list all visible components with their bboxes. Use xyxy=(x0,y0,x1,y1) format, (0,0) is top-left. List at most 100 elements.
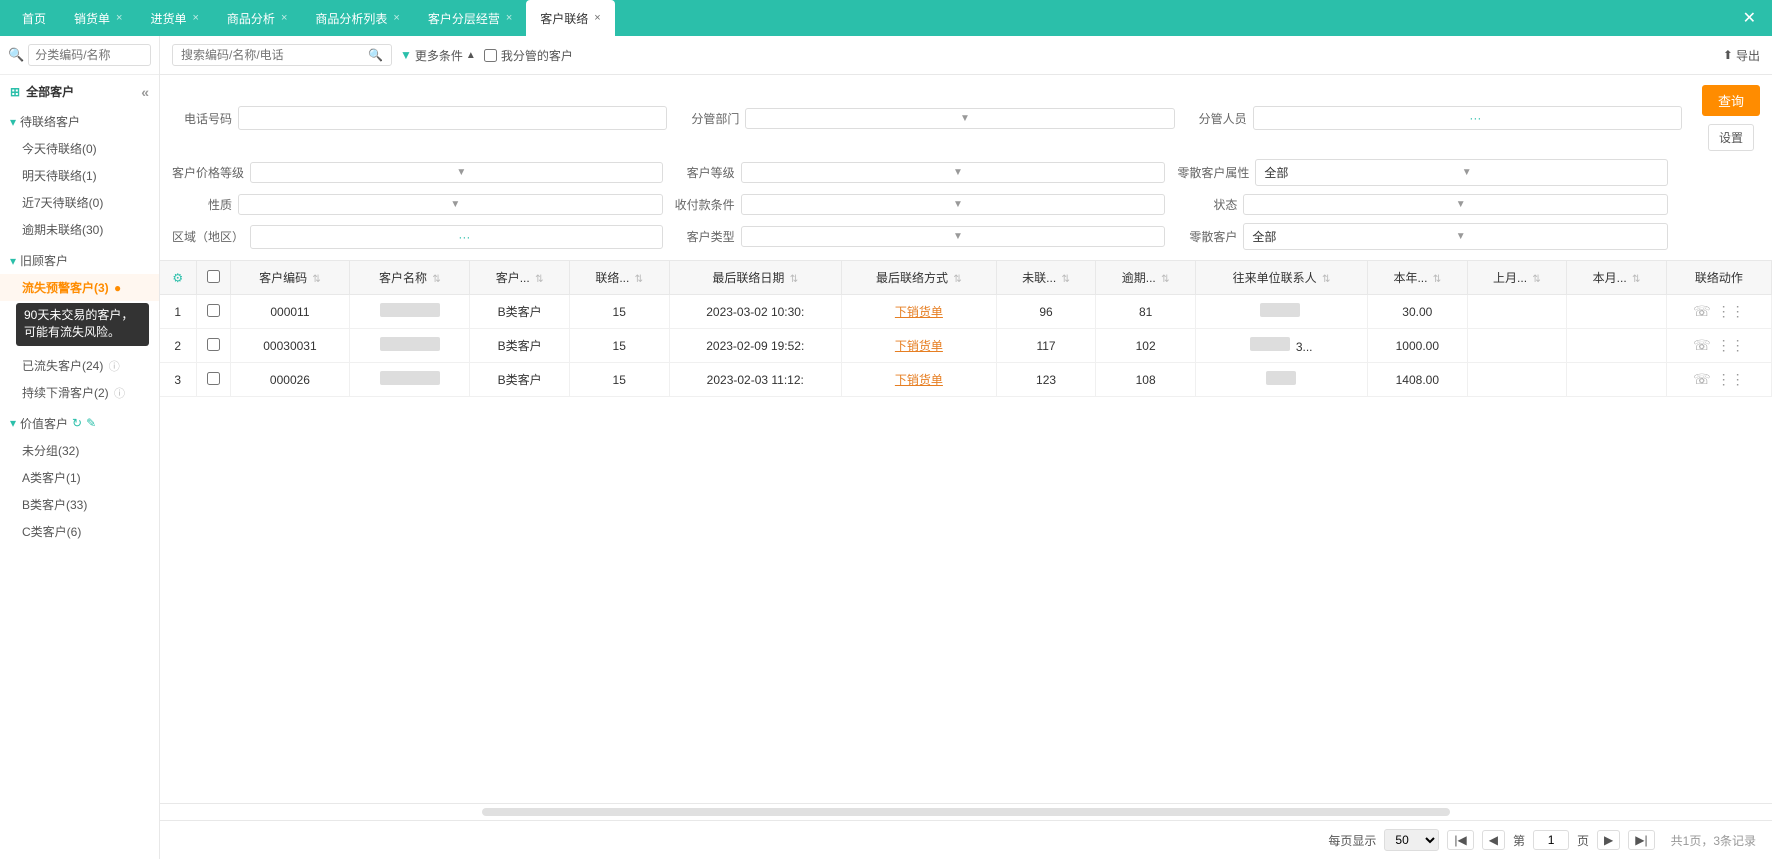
row2-method-link[interactable]: 下销货单 xyxy=(895,339,943,353)
sidebar-group-pending-title[interactable]: ▾ 待联络客户 xyxy=(0,108,159,135)
tab-customer-link-close[interactable]: × xyxy=(594,12,600,24)
value-refresh-icon[interactable]: ↻ xyxy=(72,416,82,430)
filter-payment-select[interactable]: ▼ xyxy=(741,194,1166,215)
col-this-month[interactable]: 本月... ⇅ xyxy=(1567,261,1667,295)
prev-page-btn[interactable]: ◀ xyxy=(1482,830,1505,850)
region-more-icon[interactable]: ··· xyxy=(458,230,653,244)
value-edit-icon[interactable]: ✎ xyxy=(86,416,96,430)
filter-scatter-label: 零散客户 xyxy=(1177,228,1237,245)
page-number-input[interactable] xyxy=(1533,830,1569,850)
row1-menu-icon[interactable]: ⋮⋮ xyxy=(1717,303,1745,320)
sidebar-root[interactable]: ⊞ 全部客户 « xyxy=(0,75,159,108)
row1-phone-icon[interactable]: ☏ xyxy=(1693,303,1711,320)
filter-scatter-attr-select[interactable]: 全部 ▼ xyxy=(1255,159,1668,186)
col-type[interactable]: 客户... ⇅ xyxy=(470,261,570,295)
sidebar-item-overdue[interactable]: 逾期未联络(30) xyxy=(0,216,159,243)
sidebar-item-declining[interactable]: 持续下滑客户(2) ⓘ xyxy=(0,379,159,406)
tab-customer-layer[interactable]: 客户分层经营 × xyxy=(414,0,526,36)
row3-checkbox[interactable] xyxy=(196,363,230,397)
filter-region-select[interactable]: ··· xyxy=(250,225,663,249)
next-page-btn[interactable]: ▶ xyxy=(1597,830,1620,850)
horizontal-scrollbar[interactable] xyxy=(482,808,1449,816)
row3-contacts-blur xyxy=(1266,371,1296,385)
toolbar-search-input[interactable] xyxy=(181,48,364,62)
sidebar-item-7days[interactable]: 近7天待联络(0) xyxy=(0,189,159,216)
col-name[interactable]: 客户名称 ⇅ xyxy=(350,261,470,295)
tab-purchase[interactable]: 进货单 × xyxy=(136,0,212,36)
row1-method-link[interactable]: 下销货单 xyxy=(895,305,943,319)
col-code[interactable]: 客户编码 ⇅ xyxy=(230,261,350,295)
sidebar-item-tomorrow[interactable]: 明天待联络(1) xyxy=(0,162,159,189)
filter-status-select[interactable]: ▼ xyxy=(1243,194,1668,215)
my-customers-check[interactable] xyxy=(484,49,497,62)
col-checkbox[interactable] xyxy=(196,261,230,295)
row3-last-method[interactable]: 下销货单 xyxy=(842,363,997,397)
sidebar-collapse-btn[interactable]: « xyxy=(141,84,149,100)
row1-last-method[interactable]: 下销货单 xyxy=(842,295,997,329)
col-last-date[interactable]: 最后联络日期 ⇅ xyxy=(669,261,842,295)
export-label: 导出 xyxy=(1736,47,1760,64)
tab-sales[interactable]: 销货单 × xyxy=(60,0,136,36)
col-contact[interactable]: 联络... ⇅ xyxy=(569,261,669,295)
select-all-checkbox[interactable] xyxy=(207,270,220,283)
settings-button[interactable]: 设置 xyxy=(1708,124,1754,151)
tab-purchase-close[interactable]: × xyxy=(192,12,198,24)
row3-method-link[interactable]: 下销货单 xyxy=(895,373,943,387)
sidebar-item-c[interactable]: C类客户(6) xyxy=(0,518,159,545)
col-overdue[interactable]: 逾期... ⇅ xyxy=(1096,261,1196,295)
filter-scatter-select[interactable]: 全部 ▼ xyxy=(1243,223,1668,250)
col-contacts[interactable]: 往来单位联系人 ⇅ xyxy=(1195,261,1367,295)
row3-phone-icon[interactable]: ☏ xyxy=(1693,371,1711,388)
row1-checkbox[interactable] xyxy=(196,295,230,329)
col-uncontacted[interactable]: 未联... ⇅ xyxy=(996,261,1096,295)
window-close-btn[interactable]: ✕ xyxy=(1735,8,1764,28)
filter-grade-select[interactable]: ▼ xyxy=(741,162,1166,183)
filter-ctype-select[interactable]: ▼ xyxy=(741,226,1166,247)
sidebar-item-today[interactable]: 今天待联络(0) xyxy=(0,135,159,162)
tab-analysis-close[interactable]: × xyxy=(281,12,287,24)
row3-num: 3 xyxy=(160,363,196,397)
col-last-method[interactable]: 最后联络方式 ⇅ xyxy=(842,261,997,295)
row2-menu-icon[interactable]: ⋮⋮ xyxy=(1717,337,1745,354)
sidebar-item-b[interactable]: B类客户(33) xyxy=(0,491,159,518)
tab-home[interactable]: 首页 xyxy=(8,0,60,36)
tab-home-label: 首页 xyxy=(22,10,46,27)
filter-region-label: 区域（地区） xyxy=(172,228,244,245)
first-page-btn[interactable]: |◀ xyxy=(1447,830,1473,850)
filter-dept-select[interactable]: ▼ xyxy=(745,108,1174,129)
sidebar-item-lost[interactable]: 已流失客户(24) ⓘ xyxy=(0,352,159,379)
export-btn[interactable]: ⬆ 导出 xyxy=(1723,47,1760,64)
manager-more-icon[interactable]: ··· xyxy=(1469,111,1673,125)
filter-phone-input[interactable] xyxy=(238,106,667,130)
per-page-select[interactable]: 50 20 100 xyxy=(1384,829,1439,851)
col-settings[interactable]: ⚙ xyxy=(160,261,196,295)
row3-menu-icon[interactable]: ⋮⋮ xyxy=(1717,371,1745,388)
last-page-btn[interactable]: ▶| xyxy=(1628,830,1654,850)
sidebar-item-losing[interactable]: 流失预警客户(3) ● xyxy=(0,274,159,301)
tab-customer-layer-close[interactable]: × xyxy=(506,12,512,24)
sidebar-group-lost-title[interactable]: ▾ 旧顾客户 xyxy=(0,247,159,274)
tab-analysis-list[interactable]: 商品分析列表 × xyxy=(301,0,413,36)
tab-analysis[interactable]: 商品分析 × xyxy=(213,0,301,36)
query-button[interactable]: 查询 xyxy=(1702,85,1760,116)
sidebar-item-a[interactable]: A类客户(1) xyxy=(0,464,159,491)
table-row: 2 00030031 B类客户 15 2023-02-09 19:52: 下销货… xyxy=(160,329,1772,363)
col-last-month[interactable]: 上月... ⇅ xyxy=(1467,261,1567,295)
filter-manager-select[interactable]: ··· xyxy=(1253,106,1682,130)
more-conditions-btn[interactable]: ▼ 更多条件 ▲ xyxy=(400,47,476,64)
col-this-year[interactable]: 本年... ⇅ xyxy=(1368,261,1468,295)
row2-phone-icon[interactable]: ☏ xyxy=(1693,337,1711,354)
sidebar-group-value-title[interactable]: ▾ 价值客户 ↻ ✎ xyxy=(0,410,159,437)
my-customers-checkbox[interactable]: 我分管的客户 xyxy=(484,47,573,64)
sidebar-search-input[interactable] xyxy=(28,44,151,66)
row2-checkbox[interactable] xyxy=(196,329,230,363)
filter-nature-select[interactable]: ▼ xyxy=(238,194,663,215)
tab-sales-close[interactable]: × xyxy=(116,12,122,24)
filter-price-grade-select[interactable]: ▼ xyxy=(250,162,663,183)
tab-analysis-list-close[interactable]: × xyxy=(393,12,399,24)
toolbar-search-icon[interactable]: 🔍 xyxy=(368,48,383,62)
row2-last-method[interactable]: 下销货单 xyxy=(842,329,997,363)
sidebar-item-uncat[interactable]: 未分组(32) xyxy=(0,437,159,464)
tab-customer-link[interactable]: 客户联络 × xyxy=(526,0,614,36)
filter-row-4: 区域（地区） ··· 客户类型 ▼ 零散客户 全部 xyxy=(172,223,1760,250)
